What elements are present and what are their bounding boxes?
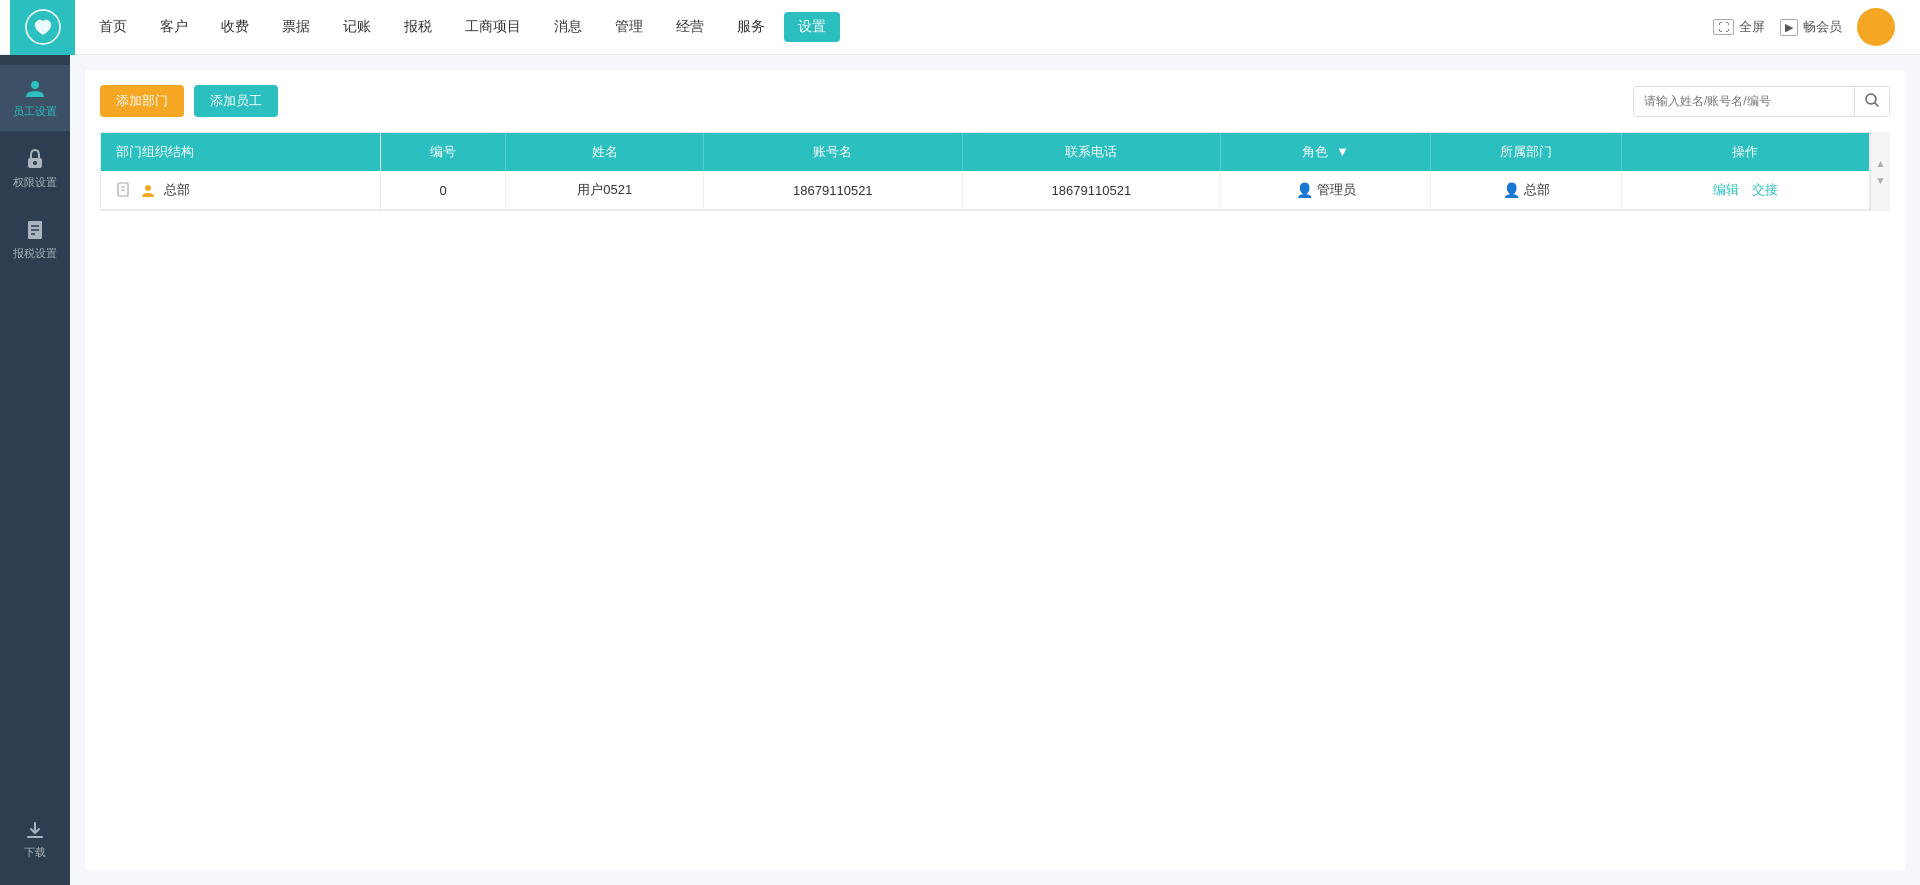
main-content: 添加部门 添加员工 部门组织结构 [70,55,1920,885]
dept-panel-header: 部门组织结构 [101,133,380,171]
cell-actions: 编辑 交接 [1621,171,1869,210]
logo [10,0,75,55]
scroll-down-btn[interactable]: ▼ [1873,172,1889,189]
cell-name: 用户0521 [506,171,704,210]
svg-point-2 [31,81,39,89]
report-icon [24,219,46,241]
user-avatar[interactable] [1857,8,1895,46]
nav-operations[interactable]: 经营 [662,12,718,42]
sidebar-download-label: 下载 [24,845,46,860]
dept-item-general[interactable]: 总部 [101,171,380,210]
svg-point-15 [145,185,151,191]
col-account: 账号名 [704,133,963,171]
nav-home[interactable]: 首页 [85,12,141,42]
filter-icon: ▼ [1336,144,1349,159]
fullscreen-label: 全屏 [1739,18,1765,36]
vip-icon: ▶ [1780,19,1798,36]
search-button[interactable] [1854,87,1889,116]
scroll-indicator: ▲ ▼ [1870,132,1890,211]
nav-tax[interactable]: 报税 [390,12,446,42]
role-label: 管理员 [1317,181,1356,199]
col-dept: 所属部门 [1431,133,1621,171]
lock-icon [24,148,46,170]
nav-billing[interactable]: 收费 [207,12,263,42]
col-name: 姓名 [506,133,704,171]
nav-business[interactable]: 工商项目 [451,12,535,42]
col-phone: 联系电话 [962,133,1221,171]
dept-user-icon: 👤 [1503,182,1520,198]
scroll-up-btn[interactable]: ▲ [1873,155,1889,172]
sidebar-item-employee-label: 员工设置 [13,104,57,119]
nav-right-area: ⛶ 全屏 ▶ 畅会员 [1713,8,1910,46]
cell-dept: 👤 总部 [1431,171,1621,210]
nav-services[interactable]: 服务 [723,12,779,42]
nav-menu: 首页 客户 收费 票据 记账 报税 工商项目 消息 管理 经营 服务 设置 [85,12,1713,42]
table-layout: 部门组织结构 总部 [100,132,1890,211]
col-actions: 操作 [1621,133,1869,171]
dept-panel: 部门组织结构 总部 [100,132,380,211]
cell-id: 0 [381,171,506,210]
add-dept-button[interactable]: 添加部门 [100,85,184,117]
dept-label: 总部 [1524,181,1550,199]
svg-point-1 [1870,17,1882,29]
nav-settings[interactable]: 设置 [784,12,840,42]
sidebar-bottom: 下载 [0,809,70,885]
search-input[interactable] [1634,88,1854,114]
svg-point-4 [33,161,37,165]
action-交接[interactable]: 交接 [1752,182,1778,197]
cell-role: 👤 管理员 [1221,171,1431,210]
download-icon [24,819,46,841]
cell-account: 18679110521 [704,171,963,210]
svg-line-11 [1875,103,1878,106]
top-navigation: 首页 客户 收费 票据 记账 报税 工商项目 消息 管理 经营 服务 设置 ⛶ … [0,0,1920,55]
col-role: 角色 ▼ [1221,133,1431,171]
nav-management[interactable]: 管理 [601,12,657,42]
cell-phone: 18679110521 [962,171,1221,210]
nav-messages[interactable]: 消息 [540,12,596,42]
toolbar: 添加部门 添加员工 [100,85,1890,117]
main-layout: 员工设置 权限设置 报税设置 [0,55,1920,885]
sidebar-item-permissions-label: 权限设置 [13,175,57,190]
sidebar-download[interactable]: 下载 [0,809,70,870]
dept-item-general-label: 总部 [164,181,190,199]
content-area: 添加部门 添加员工 部门组织结构 [85,70,1905,870]
sidebar-item-tax-settings[interactable]: 报税设置 [0,207,70,273]
nav-customer[interactable]: 客户 [146,12,202,42]
file-icon [116,182,132,198]
nav-invoice[interactable]: 票据 [268,12,324,42]
nav-accounting[interactable]: 记账 [329,12,385,42]
search-box [1633,86,1890,117]
vip-label: 畅会员 [1803,18,1842,36]
table-row: 0 用户0521 18679110521 18679110521 👤 管理员 👤… [381,171,1869,210]
fullscreen-icon: ⛶ [1713,19,1734,35]
add-employee-button[interactable]: 添加员工 [194,85,278,117]
fullscreen-btn[interactable]: ⛶ 全屏 [1713,18,1765,36]
search-icon [1865,93,1879,107]
col-id: 编号 [381,133,506,171]
sidebar-item-tax-settings-label: 报税设置 [13,246,57,261]
vip-btn[interactable]: ▶ 畅会员 [1780,18,1842,36]
sidebar: 员工设置 权限设置 报税设置 [0,55,70,885]
sidebar-item-permissions[interactable]: 权限设置 [0,136,70,202]
action-编辑[interactable]: 编辑 [1713,182,1739,197]
employee-table: 编号 姓名 账号名 联系电话 角色 ▼ 所属部门 操作 [380,132,1870,211]
person-icon [24,77,46,99]
sidebar-item-employee[interactable]: 员工设置 [0,65,70,131]
user-group-icon [140,182,156,198]
role-user-icon: 👤 [1296,182,1313,198]
